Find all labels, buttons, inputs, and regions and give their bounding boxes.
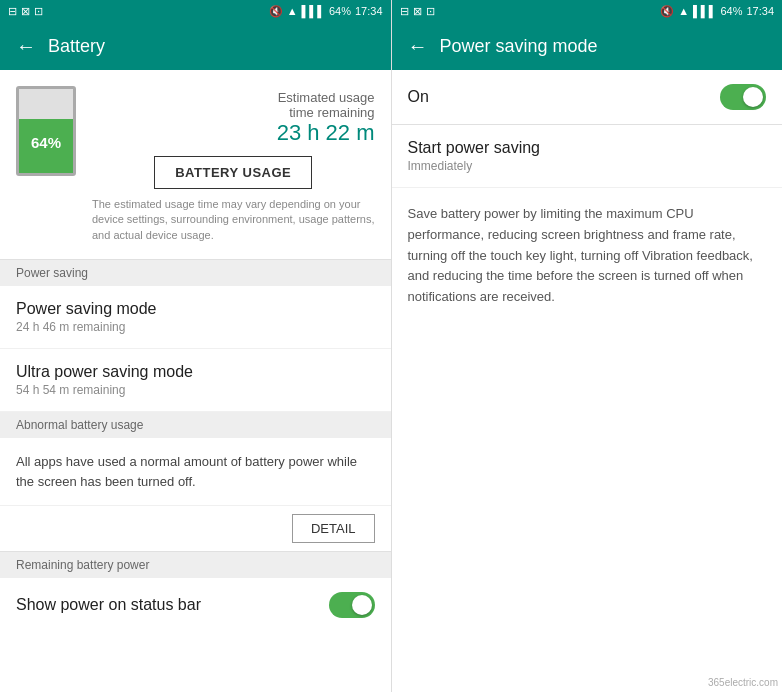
battery-icon: 64% (16, 86, 76, 176)
time-remaining: 23 h 22 m (92, 120, 375, 146)
ultra-power-saving-item[interactable]: Ultra power saving mode 54 h 54 m remain… (0, 349, 391, 412)
power-saving-section-header: Power saving (0, 260, 391, 286)
remaining-section-header: Remaining battery power (0, 552, 391, 578)
estimated-label: Estimated usage (92, 90, 375, 105)
watermark: 365electric.com (708, 677, 778, 688)
status-bar-left: ⊟ ⊠ ⊡ 🔇 ▲ ▌▌▌ 64% 17:34 (0, 0, 391, 22)
mute-icon: 🔇 (269, 5, 283, 18)
on-toggle-switch[interactable] (720, 84, 766, 110)
battery-usage-button[interactable]: BATTERY USAGE (154, 156, 312, 189)
ultra-power-saving-title: Ultra power saving mode (16, 363, 375, 381)
signal-icon-right: ▌▌▌ (693, 5, 716, 17)
wifi-icon: ▲ (287, 5, 298, 17)
notif-icon-1: ⊟ (8, 5, 17, 18)
abnormal-section-header: Abnormal battery usage (0, 412, 391, 438)
notif-icon-3: ⊡ (34, 5, 43, 18)
back-button-left[interactable]: ← (16, 35, 36, 58)
page-title-left: Battery (48, 36, 105, 57)
ultra-power-saving-subtitle: 54 h 54 m remaining (16, 383, 375, 397)
notif-icon-2: ⊠ (21, 5, 30, 18)
header-right: ← Power saving mode (392, 22, 783, 70)
left-panel: ⊟ ⊠ ⊡ 🔇 ▲ ▌▌▌ 64% 17:34 ← Battery 64% Es… (0, 0, 392, 692)
battery-info: Estimated usage time remaining 23 h 22 m… (92, 86, 375, 243)
time-label: time remaining (92, 105, 375, 120)
status-bar-right: ⊟ ⊠ ⊡ 🔇 ▲ ▌▌▌ 64% 17:34 (392, 0, 783, 22)
notif-icon-r3: ⊡ (426, 5, 435, 18)
start-power-saving-subtitle: Immediately (408, 159, 767, 173)
show-power-toggle-row: Show power on status bar (0, 578, 391, 632)
time-display-left: 17:34 (355, 5, 383, 17)
battery-status: 64% (329, 5, 351, 17)
page-title-right: Power saving mode (440, 36, 598, 57)
battery-status-right: 64% (720, 5, 742, 17)
start-power-saving-title: Start power saving (408, 139, 767, 157)
power-saving-mode-subtitle: 24 h 46 m remaining (16, 320, 375, 334)
power-saving-description: Save battery power by limiting the maxim… (392, 188, 783, 324)
signal-icon: ▌▌▌ (302, 5, 325, 17)
status-icons-left: ⊟ ⊠ ⊡ (8, 5, 43, 18)
time-display-right: 17:34 (746, 5, 774, 17)
power-saving-mode-item[interactable]: Power saving mode 24 h 46 m remaining (0, 286, 391, 349)
detail-btn-row: DETAIL (0, 506, 391, 552)
wifi-icon-right: ▲ (678, 5, 689, 17)
notif-icon-r2: ⊠ (413, 5, 422, 18)
show-power-toggle[interactable] (329, 592, 375, 618)
on-label: On (408, 88, 429, 106)
battery-disclaimer: The estimated usage time may vary depend… (92, 197, 375, 243)
battery-percent-display: 64% (19, 134, 73, 151)
header-left: ← Battery (0, 22, 391, 70)
mute-icon-right: 🔇 (660, 5, 674, 18)
battery-icon-wrapper: 64% (16, 86, 76, 176)
status-icons-right: ⊟ ⊠ ⊡ (400, 5, 435, 18)
on-toggle-row: On (392, 70, 783, 125)
notif-icon-r1: ⊟ (400, 5, 409, 18)
battery-section: 64% Estimated usage time remaining 23 h … (0, 70, 391, 260)
right-panel: ⊟ ⊠ ⊡ 🔇 ▲ ▌▌▌ 64% 17:34 ← Power saving m… (392, 0, 783, 692)
back-button-right[interactable]: ← (408, 35, 428, 58)
detail-button[interactable]: DETAIL (292, 514, 375, 543)
start-power-saving-item[interactable]: Start power saving Immediately (392, 125, 783, 188)
abnormal-text: All apps have used a normal amount of ba… (0, 438, 391, 506)
show-power-label: Show power on status bar (16, 596, 201, 614)
power-saving-mode-title: Power saving mode (16, 300, 375, 318)
